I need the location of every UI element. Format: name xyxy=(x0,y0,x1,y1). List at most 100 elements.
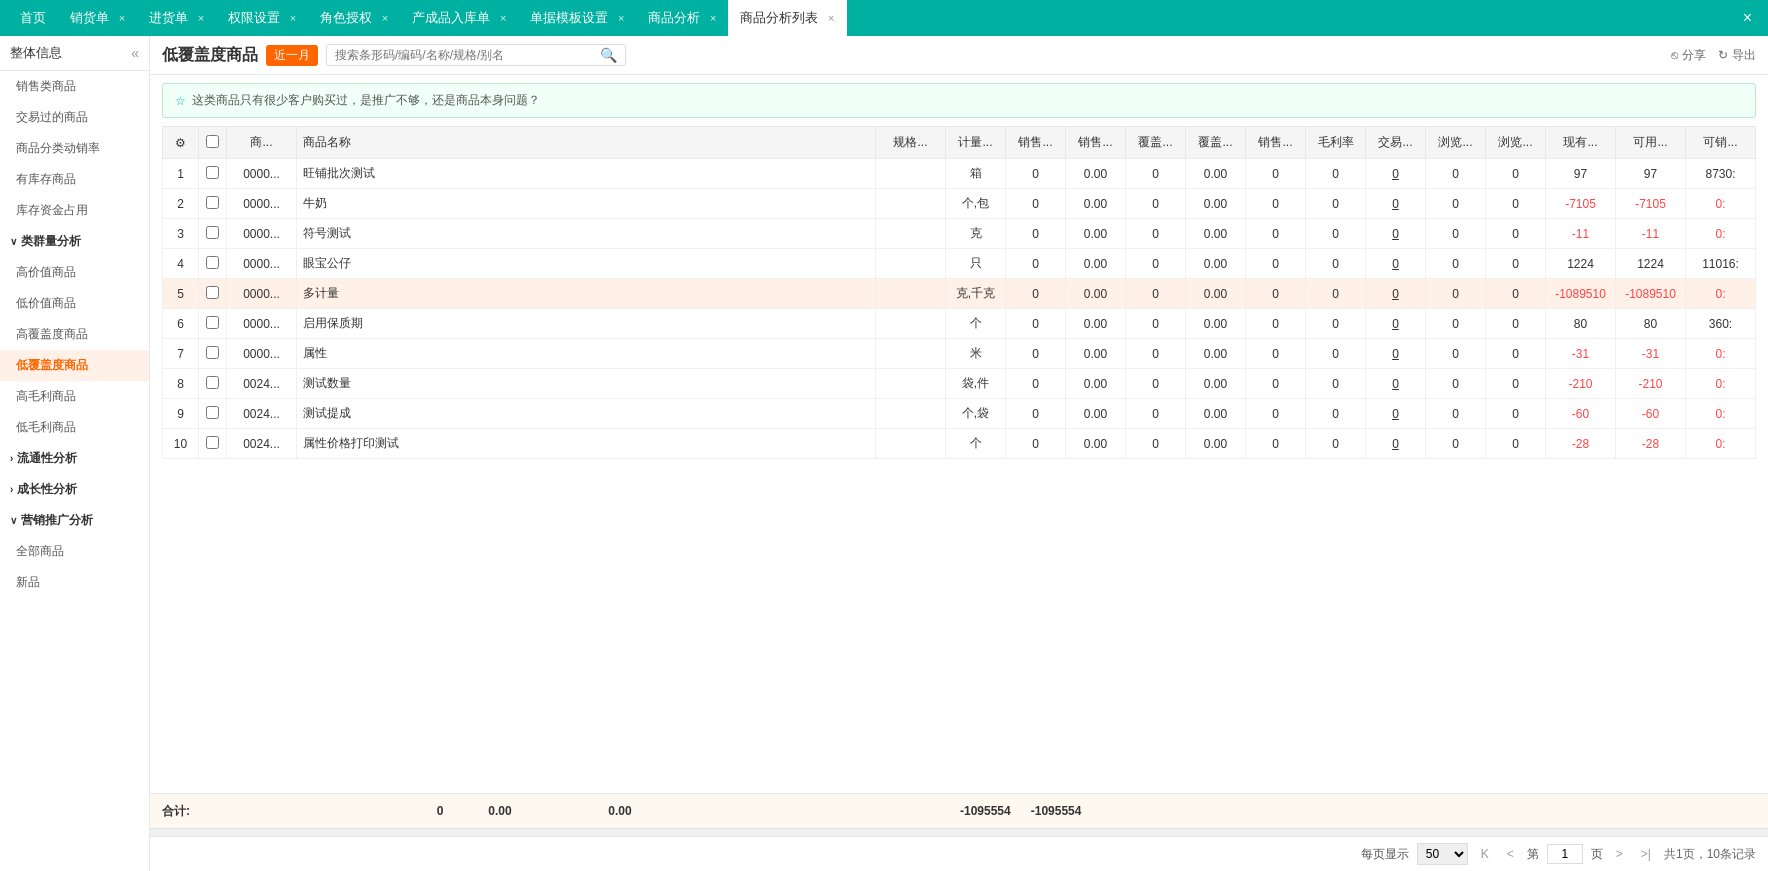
nav-goods-analysis-list[interactable]: 商品分析列表 × xyxy=(728,0,846,36)
sidebar-section-growth[interactable]: › 成长性分析 xyxy=(0,474,149,505)
row-checkbox[interactable] xyxy=(206,436,219,449)
nav-sales[interactable]: 销货单 × xyxy=(58,0,137,36)
cell-browse1[interactable]: 0 xyxy=(1366,159,1426,189)
search-icon[interactable]: 🔍 xyxy=(600,47,617,63)
cell-browse1[interactable]: 0 xyxy=(1366,399,1426,429)
sidebar-item-traded-goods[interactable]: 交易过的商品 xyxy=(0,102,149,133)
sidebar-collapse-btn[interactable]: « xyxy=(131,45,139,61)
nav-permission[interactable]: 权限设置 × xyxy=(216,0,308,36)
nav-goods-analysis[interactable]: 商品分析 × xyxy=(636,0,728,36)
cell-browse1[interactable]: 0 xyxy=(1366,219,1426,249)
sidebar-item-all-goods[interactable]: 全部商品 xyxy=(0,536,149,567)
cell-browse1[interactable]: 0 xyxy=(1366,339,1426,369)
last-page-btn[interactable]: >| xyxy=(1636,845,1656,863)
settings-icon[interactable]: ⚙ xyxy=(175,136,186,150)
sidebar-section-cluster[interactable]: ∨ 类群量分析 xyxy=(0,226,149,257)
row-checkbox[interactable] xyxy=(206,286,219,299)
cell-browse1[interactable]: 0 xyxy=(1366,309,1426,339)
export-btn[interactable]: ↻ 导出 xyxy=(1718,47,1756,64)
nav-home[interactable]: 首页 xyxy=(8,0,58,36)
cell-avail: -210 xyxy=(1616,369,1686,399)
row-checkbox[interactable] xyxy=(206,406,219,419)
nav-purchase[interactable]: 进货单 × xyxy=(137,0,216,36)
nav-close-purchase[interactable]: × xyxy=(198,12,204,24)
sidebar-item-low-profit[interactable]: 低毛利商品 xyxy=(0,412,149,443)
cell-check[interactable] xyxy=(199,429,227,459)
nav-close-goods-analysis-list[interactable]: × xyxy=(828,12,834,24)
nav-role[interactable]: 角色授权 × xyxy=(308,0,400,36)
cell-s6: 0 xyxy=(1306,369,1366,399)
cell-unit: 克,千克 xyxy=(946,279,1006,309)
nav-close-role[interactable]: × xyxy=(382,12,388,24)
cell-avail: -60 xyxy=(1616,399,1686,429)
nav-close-goods-analysis[interactable]: × xyxy=(710,12,716,24)
row-checkbox[interactable] xyxy=(206,166,219,179)
nav-close-template[interactable]: × xyxy=(618,12,624,24)
cell-check[interactable] xyxy=(199,399,227,429)
nav-template[interactable]: 单据模板设置 × xyxy=(518,0,636,36)
nav-product-stock[interactable]: 产成品入库单 × xyxy=(400,0,518,36)
share-btn[interactable]: ⎋ 分享 xyxy=(1671,47,1706,64)
sidebar-item-low-value[interactable]: 低价值商品 xyxy=(0,288,149,319)
per-page-select[interactable]: 50 100 200 xyxy=(1417,843,1468,865)
scrollbar-area[interactable] xyxy=(150,828,1768,836)
row-checkbox[interactable] xyxy=(206,256,219,269)
cell-check[interactable] xyxy=(199,219,227,249)
sidebar-item-high-profit[interactable]: 高毛利商品 xyxy=(0,381,149,412)
row-checkbox[interactable] xyxy=(206,196,219,209)
prev-page-btn[interactable]: < xyxy=(1502,845,1519,863)
table-body: 1 0000... 旺铺批次测试 箱 0 0.00 0 0.00 0 0 0 0… xyxy=(163,159,1756,459)
sidebar-item-stock-capital[interactable]: 库存资金占用 xyxy=(0,195,149,226)
cell-unit: 个,袋 xyxy=(946,399,1006,429)
cell-s2: 0.00 xyxy=(1066,429,1126,459)
sidebar-item-stock-goods[interactable]: 有库存商品 xyxy=(0,164,149,195)
cell-check[interactable] xyxy=(199,279,227,309)
cell-code: 0000... xyxy=(227,279,297,309)
sidebar-section-marketing[interactable]: ∨ 营销推广分析 xyxy=(0,505,149,536)
sidebar-item-low-coverage[interactable]: 低覆盖度商品 xyxy=(0,350,149,381)
cell-browse1[interactable]: 0 xyxy=(1366,369,1426,399)
first-page-btn[interactable]: K xyxy=(1476,845,1494,863)
cell-check[interactable] xyxy=(199,249,227,279)
cell-num: 6 xyxy=(163,309,199,339)
cell-avail: 97 xyxy=(1616,159,1686,189)
nav-close-product-stock[interactable]: × xyxy=(500,12,506,24)
cell-browse1[interactable]: 0 xyxy=(1366,249,1426,279)
cell-check[interactable] xyxy=(199,159,227,189)
page-label: 第 xyxy=(1527,846,1539,863)
row-checkbox[interactable] xyxy=(206,316,219,329)
cell-check[interactable] xyxy=(199,309,227,339)
th-num[interactable]: ⚙ xyxy=(163,127,199,159)
cell-check[interactable] xyxy=(199,189,227,219)
cell-browse1[interactable]: 0 xyxy=(1366,279,1426,309)
cell-check[interactable] xyxy=(199,369,227,399)
row-checkbox[interactable] xyxy=(206,226,219,239)
cell-s3: 0 xyxy=(1126,429,1186,459)
nav-close-sales[interactable]: × xyxy=(119,12,125,24)
cell-check[interactable] xyxy=(199,339,227,369)
row-checkbox[interactable] xyxy=(206,376,219,389)
sidebar-section-flow[interactable]: › 流通性分析 xyxy=(0,443,149,474)
cell-num: 5 xyxy=(163,279,199,309)
window-close-btn[interactable]: × xyxy=(1735,9,1760,27)
row-checkbox[interactable] xyxy=(206,346,219,359)
sidebar-item-sales-goods[interactable]: 销售类商品 xyxy=(0,71,149,102)
sidebar-item-high-value[interactable]: 高价值商品 xyxy=(0,257,149,288)
next-page-btn[interactable]: > xyxy=(1611,845,1628,863)
search-input[interactable] xyxy=(335,48,596,62)
cell-browse1[interactable]: 0 xyxy=(1366,429,1426,459)
sidebar-item-category-rate[interactable]: 商品分类动销率 xyxy=(0,133,149,164)
cell-s6: 0 xyxy=(1306,429,1366,459)
cell-s2: 0.00 xyxy=(1066,339,1126,369)
sidebar-item-high-coverage[interactable]: 高覆盖度商品 xyxy=(0,319,149,350)
cell-stock: -28 xyxy=(1546,429,1616,459)
cell-spec xyxy=(876,369,946,399)
sidebar-item-new-goods[interactable]: 新品 xyxy=(0,567,149,598)
cell-browse1[interactable]: 0 xyxy=(1366,189,1426,219)
nav-close-permission[interactable]: × xyxy=(290,12,296,24)
current-page-input[interactable]: 1 xyxy=(1547,844,1583,864)
cell-s1: 0 xyxy=(1006,249,1066,279)
select-all-checkbox[interactable] xyxy=(206,135,219,148)
time-filter-btn[interactable]: 近一月 xyxy=(266,45,318,66)
th-check[interactable] xyxy=(199,127,227,159)
